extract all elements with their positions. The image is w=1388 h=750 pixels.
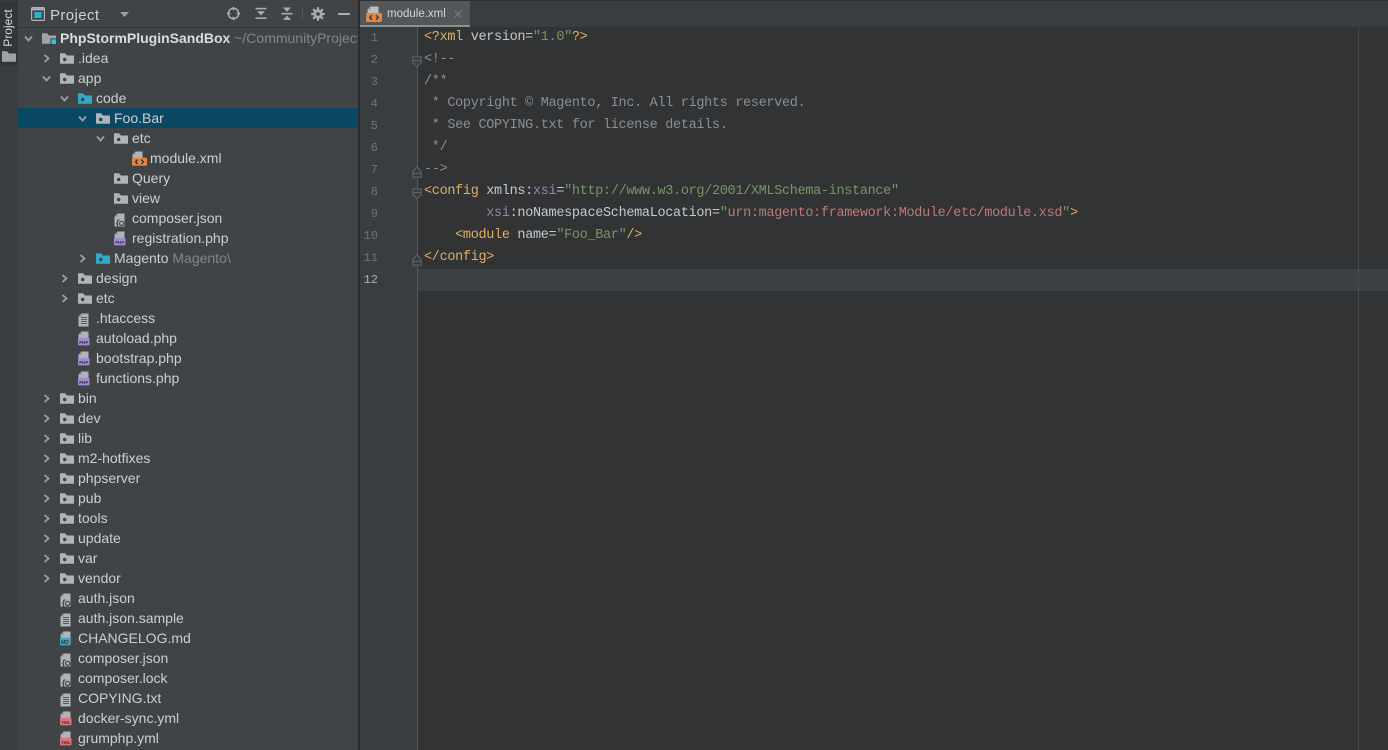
svg-text:PHP: PHP [115, 240, 124, 245]
svg-text:MD: MD [61, 640, 69, 646]
svg-text:YML: YML [61, 720, 71, 725]
svg-text:PHP: PHP [79, 340, 88, 345]
svg-text:PHP: PHP [79, 380, 88, 385]
svg-text:YML: YML [61, 740, 71, 745]
svg-text:PHP: PHP [79, 360, 88, 365]
